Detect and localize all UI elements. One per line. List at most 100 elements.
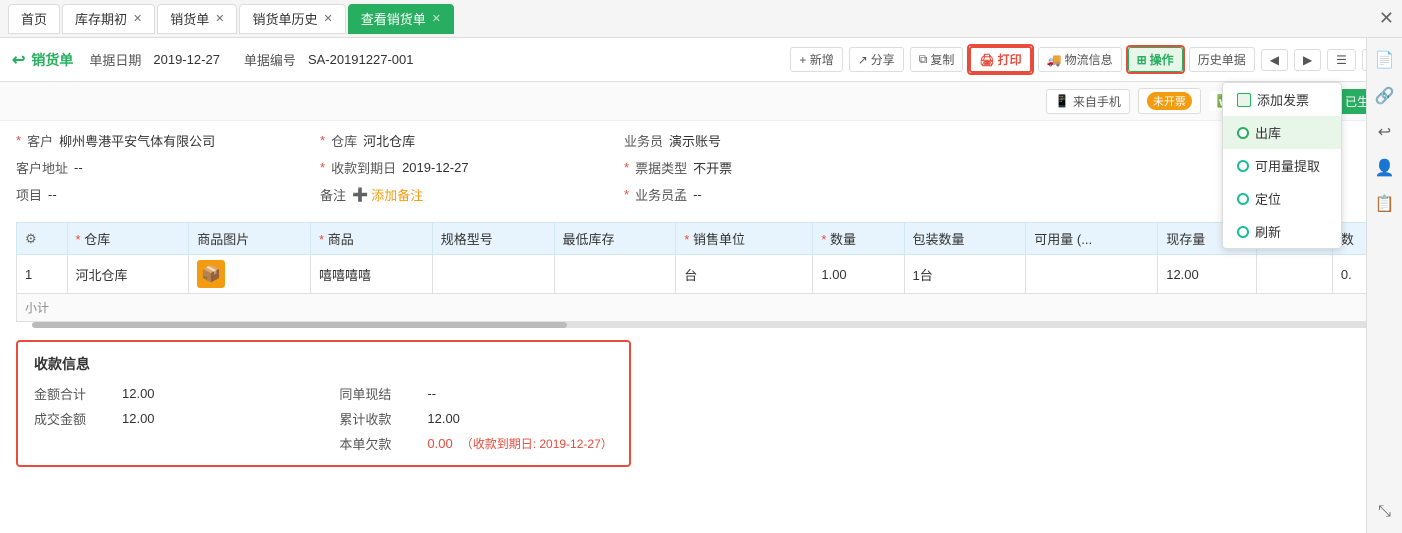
row-stock: 12.00	[1158, 255, 1257, 294]
tab-inventory-init-close[interactable]: ✕	[133, 12, 142, 25]
subtotal-row: 小计	[17, 294, 1386, 322]
form-row-1: * 客户 柳州粤港平安气体有限公司 * 仓库 河北仓库 业务员 演示账号	[16, 131, 1386, 150]
invoice-field: * 票据类型 不开票	[624, 158, 824, 177]
col-product: * 商品	[311, 223, 433, 255]
toolbar-row: 📱来自手机 未开票 ✅ ✔已核销 ✔已生效	[0, 82, 1402, 121]
customer-field: * 客户 柳州粤港平安气体有限公司	[16, 131, 296, 150]
row-min-stock	[554, 255, 676, 294]
row-pack-qty: 1台	[904, 255, 1026, 294]
subtotal-label: 小计	[17, 294, 1386, 322]
staff-field: 业务员 演示账号	[624, 131, 824, 150]
window-close-button[interactable]: ✕	[1379, 8, 1394, 29]
payment-cumulative-row: 累计收款 12.00	[339, 409, 612, 428]
tab-inventory-init[interactable]: 库存期初 ✕	[62, 4, 155, 34]
doc-header: ↩ 销货单 单据日期 2019-12-27 单据编号 SA-20191227-0…	[0, 38, 1402, 82]
form-row-2: 客户地址 -- * 收款到期日 2019-12-27 * 票据类型 不开票	[16, 158, 1386, 177]
share-button[interactable]: ↗分享	[849, 47, 904, 72]
bottom-section: 收款信息 金额合计 12.00 同单现结 -- 成交金额 12.00	[0, 328, 1402, 479]
product-thumbnail: 📦	[197, 260, 225, 288]
tab-bar: 首页 库存期初 ✕ 销货单 ✕ 销货单历史 ✕ 查看销货单 ✕ ✕	[0, 0, 1402, 38]
row-image: 📦	[189, 255, 311, 294]
row-warehouse: 河北仓库	[67, 255, 189, 294]
col-gear: ⚙	[17, 223, 68, 255]
address-field: 客户地址 --	[16, 158, 296, 177]
print-button[interactable]: 🖨打印	[969, 46, 1031, 73]
doc-actions: + 新增 ↗分享 ⧉复制 🖨打印 🚚物流信息 ⊞操作	[790, 46, 1390, 73]
payment-deal-row: 成交金额 12.00	[34, 409, 307, 428]
locate-icon	[1237, 193, 1249, 205]
tab-sales[interactable]: 销货单 ✕	[157, 4, 237, 34]
dropdown-item-outbound[interactable]: 出库	[1223, 116, 1341, 149]
next-button[interactable]: ▶	[1294, 49, 1321, 71]
table-header-row: ⚙ * 仓库 商品图片 * 商品 规格型号 最低库存 * 销售单位 * 数量 包…	[17, 223, 1386, 255]
row-product: 嘻嘻嘻嘻	[311, 255, 433, 294]
sidebar-icon-link[interactable]: 🔗	[1371, 82, 1399, 110]
col-warehouse: * 仓库	[67, 223, 189, 255]
products-table: ⚙ * 仓库 商品图片 * 商品 规格型号 最低库存 * 销售单位 * 数量 包…	[16, 222, 1386, 322]
row-price	[1257, 255, 1333, 294]
sidebar-icon-list[interactable]: 📋	[1371, 190, 1399, 218]
table-wrapper: ⚙ * 仓库 商品图片 * 商品 规格型号 最低库存 * 销售单位 * 数量 包…	[16, 222, 1386, 322]
table-section: ⚙ * 仓库 商品图片 * 商品 规格型号 最低库存 * 销售单位 * 数量 包…	[0, 222, 1402, 328]
history-button[interactable]: 历史单据	[1189, 47, 1255, 72]
col-unit: * 销售单位	[676, 223, 813, 255]
col-min-stock: 最低库存	[554, 223, 676, 255]
note-field: 备注 ➕ 添加备注	[320, 185, 600, 204]
sidebar-icon-back[interactable]: ↩	[1374, 118, 1395, 146]
not-open-button[interactable]: 未开票	[1138, 88, 1201, 114]
row-unit: 台	[676, 255, 813, 294]
prev-button[interactable]: ◀	[1261, 49, 1288, 71]
payment-amount-row: 金额合计 12.00	[34, 384, 307, 403]
invoice-icon	[1237, 93, 1251, 107]
from-phone-button[interactable]: 📱来自手机	[1046, 89, 1130, 114]
table-row: 1 河北仓库 📦 嘻嘻嘻嘻 台 1.00	[17, 255, 1386, 294]
col-qty: * 数量	[813, 223, 904, 255]
doc-type-title: ↩ 销货单	[12, 50, 73, 70]
dropdown-item-invoice[interactable]: 添加发票	[1223, 83, 1341, 116]
payment-title: 收款信息	[34, 354, 613, 374]
tab-sales-history-close[interactable]: ✕	[324, 12, 333, 25]
refresh-icon	[1237, 226, 1249, 238]
doc-meta: 单据日期 2019-12-27 单据编号 SA-20191227-001	[89, 50, 417, 69]
form-section: * 客户 柳州粤港平安气体有限公司 * 仓库 河北仓库 业务员 演示账号 客户地…	[0, 121, 1402, 222]
payment-date-field: * 收款到期日 2019-12-27	[320, 158, 600, 177]
right-sidebar: 📄 🔗 ↩ 👤 📋 ⤡	[1366, 38, 1402, 533]
main-content: ↩ 销货单 单据日期 2019-12-27 单据编号 SA-20191227-0…	[0, 38, 1402, 533]
tab-sales-history[interactable]: 销货单历史 ✕	[239, 4, 345, 34]
available-icon	[1237, 160, 1249, 172]
payment-grid: 金额合计 12.00 同单现结 -- 成交金额 12.00 累计收款 12.00	[34, 384, 613, 453]
new-button[interactable]: + 新增	[790, 47, 842, 72]
tab-view-sales-close[interactable]: ✕	[432, 12, 441, 25]
col-pack-qty: 包装数量	[904, 223, 1026, 255]
tab-home[interactable]: 首页	[8, 4, 60, 34]
col-spec: 规格型号	[432, 223, 554, 255]
tab-view-sales[interactable]: 查看销货单 ✕	[348, 4, 454, 34]
dropdown-item-refresh[interactable]: 刷新	[1223, 215, 1341, 248]
form-row-3: 项目 -- 备注 ➕ 添加备注 * 业务员孟 --	[16, 185, 1386, 204]
outbound-icon	[1237, 127, 1249, 139]
add-note-button[interactable]: ➕ 添加备注	[352, 185, 423, 204]
row-num: 1	[17, 255, 68, 294]
payment-outstanding-row: 本单欠款 0.00 （收款到期日: 2019-12-27）	[339, 434, 612, 453]
layout1-button[interactable]: ☰	[1327, 49, 1356, 71]
warehouse-field: * 仓库 河北仓库	[320, 131, 600, 150]
row-available	[1026, 255, 1158, 294]
sidebar-icon-doc[interactable]: 📄	[1371, 46, 1399, 74]
payment-same-order-row: 同单现结 --	[339, 384, 612, 403]
copy-button[interactable]: ⧉复制	[910, 47, 964, 72]
salesperson-field: * 业务员孟 --	[624, 185, 824, 204]
tab-sales-close[interactable]: ✕	[215, 12, 224, 25]
sidebar-icon-expand[interactable]: ⤡	[1374, 499, 1395, 525]
payment-info-box: 收款信息 金额合计 12.00 同单现结 -- 成交金额 12.00	[16, 340, 631, 467]
operations-dropdown: 添加发票 出库 可用量提取 定位 刷新	[1222, 82, 1342, 249]
sidebar-icon-user[interactable]: 👤	[1371, 154, 1399, 182]
dropdown-item-available[interactable]: 可用量提取	[1223, 149, 1341, 182]
logistics-button[interactable]: 🚚物流信息	[1038, 47, 1122, 72]
row-qty: 1.00	[813, 255, 904, 294]
col-available: 可用量 (...	[1026, 223, 1158, 255]
row-spec	[432, 255, 554, 294]
operations-button[interactable]: ⊞操作	[1128, 47, 1183, 72]
col-image: 商品图片	[189, 223, 311, 255]
dropdown-item-locate[interactable]: 定位	[1223, 182, 1341, 215]
project-field: 项目 --	[16, 185, 296, 204]
